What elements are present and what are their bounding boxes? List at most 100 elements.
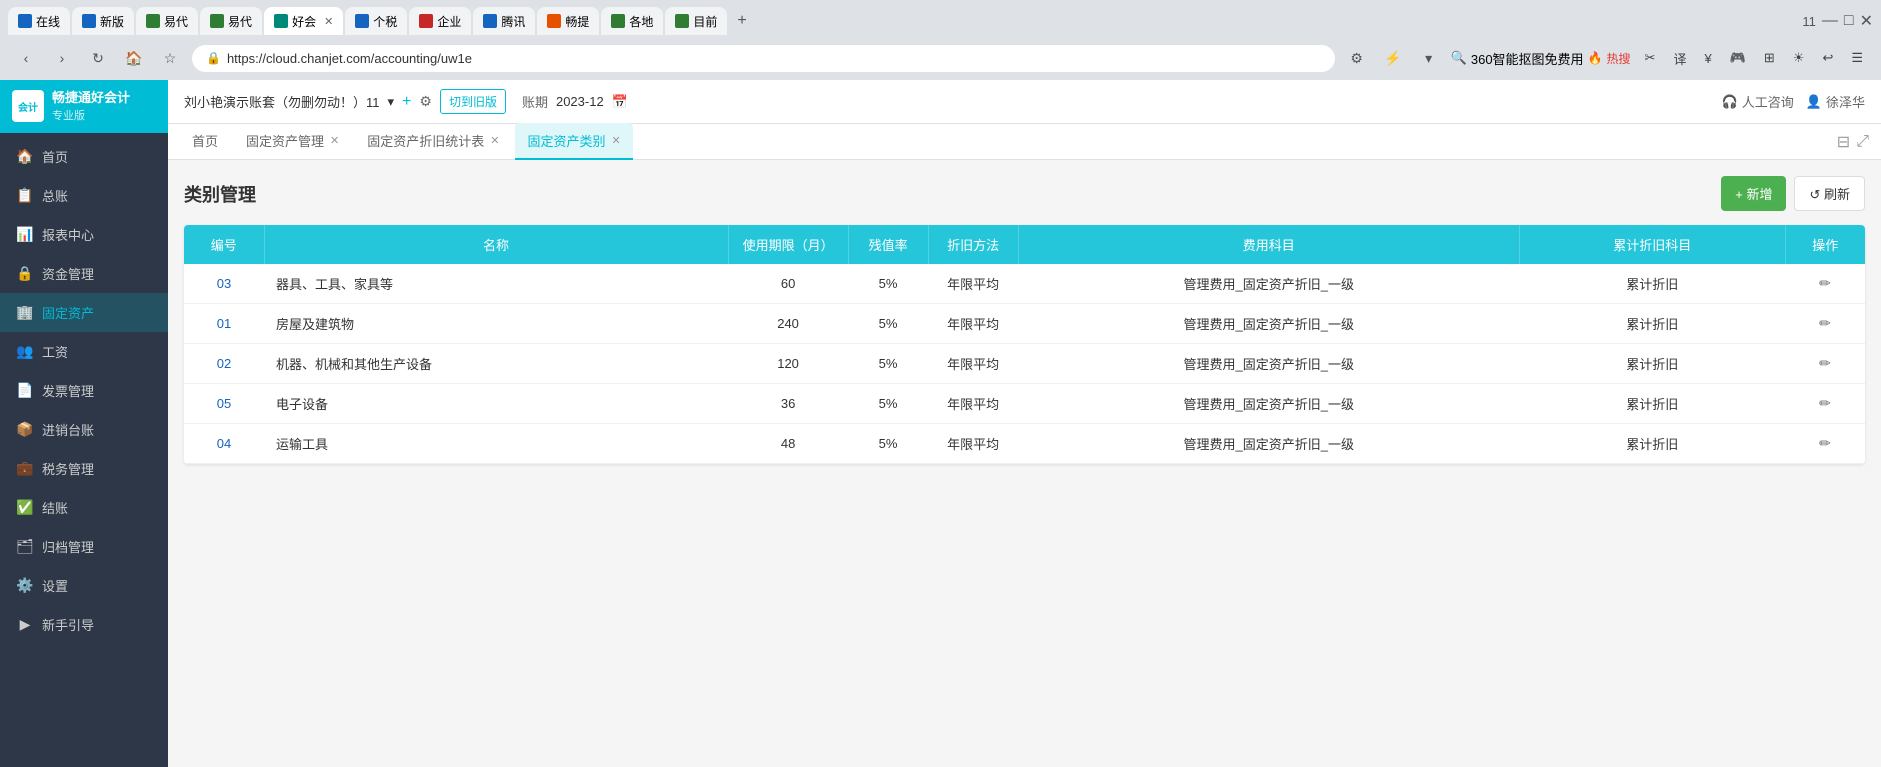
address-bar-input[interactable]: 🔒 https://cloud.chanjet.com/accounting/u… <box>192 45 1335 72</box>
cell-name: 房屋及建筑物 <box>264 304 728 344</box>
add-account-button[interactable]: + <box>402 93 411 111</box>
cell-period: 240 <box>728 304 848 344</box>
top-bar-right: 🎧 人工咨询 👤 徐泽华 <box>1722 92 1865 111</box>
browser-tab-enterprise[interactable]: 企业 <box>409 7 471 35</box>
window-expand-icon[interactable]: ⤢ <box>1856 133 1869 151</box>
browser-tab-online[interactable]: 在线 <box>8 7 70 35</box>
cell-method: 年限平均 <box>928 264 1018 304</box>
sidebar-item-sales-ledger[interactable]: 📦 进销台账 <box>0 410 168 449</box>
tab-close-icon[interactable]: ✕ <box>490 134 499 147</box>
sidebar-item-settings[interactable]: ⚙️ 设置 <box>0 566 168 605</box>
cell-name: 电子设备 <box>264 384 728 424</box>
tab-icon <box>82 14 96 28</box>
edit-icon[interactable]: ✏ <box>1819 435 1831 451</box>
browser-tab-tax[interactable]: 个税 <box>345 7 407 35</box>
url-text: https://cloud.chanjet.com/accounting/uw1… <box>227 51 472 66</box>
cell-action: ✏ <box>1785 304 1865 344</box>
tab-home[interactable]: 首页 <box>180 123 230 160</box>
cell-expense: 管理费用_固定资产折旧_一级 <box>1018 424 1519 464</box>
browser-tab-haohui[interactable]: 好会 ✕ <box>264 7 343 35</box>
new-tab-button[interactable]: + <box>729 8 754 34</box>
bookmark-button[interactable]: ☆ <box>156 44 184 72</box>
back-button[interactable]: ‹ <box>12 44 40 72</box>
sidebar-item-home[interactable]: 🏠 首页 <box>0 137 168 176</box>
undo-icon[interactable]: ↩ <box>1816 46 1839 70</box>
refresh-button[interactable]: ↺ 刷新 <box>1794 176 1865 211</box>
sidebar-item-fixed-assets[interactable]: 🏢 固定资产 <box>0 293 168 332</box>
cell-expense: 管理费用_固定资产折旧_一级 <box>1018 304 1519 344</box>
browser-tab-gedi[interactable]: 各地 <box>601 7 663 35</box>
add-button[interactable]: + 新增 <box>1721 176 1786 211</box>
edit-icon[interactable]: ✏ <box>1819 275 1831 291</box>
page-content: 类别管理 + 新增 ↺ 刷新 编号 名称 使用期限（月） 残值率 折旧方法 费用… <box>168 160 1881 767</box>
edit-icon[interactable]: ✏ <box>1819 355 1831 371</box>
sidebar-item-invoice[interactable]: 📄 发票管理 <box>0 371 168 410</box>
col-header-expense: 费用科目 <box>1018 225 1519 264</box>
archive-icon: 🗂 <box>16 537 34 555</box>
browser-tab-changte[interactable]: 畅提 <box>537 7 599 35</box>
browser-tab-new[interactable]: 新版 <box>72 7 134 35</box>
dropdown-icon[interactable]: ▾ <box>388 94 395 110</box>
cell-depreciation: 累计折旧 <box>1519 344 1785 384</box>
tab-icon <box>611 14 625 28</box>
sidebar: 会计 畅捷通好会计 专业版 🏠 首页 📋 总账 📊 报表中心 🔒 资金管理 <box>0 80 168 767</box>
sidebar-item-general-ledger[interactable]: 📋 总账 <box>0 176 168 215</box>
switch-old-button[interactable]: 切到旧版 <box>440 89 506 114</box>
sidebar-item-fund-management[interactable]: 🔒 资金管理 <box>0 254 168 293</box>
tab-asset-category[interactable]: 固定资产类别 ✕ <box>515 123 632 160</box>
window-close-button[interactable]: ✕ <box>1860 11 1873 31</box>
col-header-name: 名称 <box>264 225 728 264</box>
minimize-button[interactable]: — <box>1822 12 1838 30</box>
cell-method: 年限平均 <box>928 344 1018 384</box>
translate-icon[interactable]: 译 <box>1667 45 1692 72</box>
dropdown-button[interactable]: ▾ <box>1415 44 1443 72</box>
reload-button[interactable]: ↻ <box>84 44 112 72</box>
extensions-button[interactable]: ⚙ <box>1343 44 1371 72</box>
home-icon: 🏠 <box>16 147 34 165</box>
browser-tab-yidai1[interactable]: 易代 <box>136 7 198 35</box>
tab-depreciation-table[interactable]: 固定资产折旧统计表 ✕ <box>355 123 511 160</box>
edit-icon[interactable]: ✏ <box>1819 315 1831 331</box>
fixed-assets-icon: 🏢 <box>16 303 34 321</box>
settings-icon[interactable]: ⚙ <box>419 93 432 110</box>
table-row: 03 器具、工具、家具等 60 5% 年限平均 管理费用_固定资产折旧_一级 累… <box>184 264 1865 304</box>
cell-rate: 5% <box>848 384 928 424</box>
menu-icon[interactable]: ☰ <box>1845 46 1869 70</box>
window-restore-icon[interactable]: ⊟ <box>1837 132 1850 152</box>
user-button[interactable]: 👤 徐泽华 <box>1806 92 1865 111</box>
tab-close-icon[interactable]: ✕ <box>612 134 621 147</box>
cell-id: 03 <box>184 264 264 304</box>
brightness-icon[interactable]: ☀ <box>1787 46 1811 70</box>
tab-close-icon[interactable]: ✕ <box>330 134 339 147</box>
browser-tab-tencent[interactable]: 腾讯 <box>473 7 535 35</box>
sidebar-item-label: 新手引导 <box>42 615 94 634</box>
sidebar-item-settlement[interactable]: ✅ 结账 <box>0 488 168 527</box>
ledger-icon: 📋 <box>16 186 34 204</box>
tab-label: 新版 <box>100 13 124 30</box>
tutorial-icon: ▶ <box>16 615 34 633</box>
home-button[interactable]: 🏠 <box>120 44 148 72</box>
coin-icon[interactable]: ¥ <box>1698 47 1717 70</box>
sidebar-item-label: 设置 <box>42 576 68 595</box>
sidebar-item-tax[interactable]: 💼 税务管理 <box>0 449 168 488</box>
fund-icon: 🔒 <box>16 264 34 282</box>
sidebar-item-tutorial[interactable]: ▶ 新手引导 <box>0 605 168 644</box>
scissors-icon[interactable]: ✂ <box>1639 46 1662 70</box>
maximize-button[interactable]: □ <box>1844 12 1854 30</box>
support-button[interactable]: 🎧 人工咨询 <box>1722 92 1794 111</box>
browser-tab-muqian[interactable]: 目前 <box>665 7 727 35</box>
tab-fixed-asset-mgmt[interactable]: 固定资产管理 ✕ <box>234 123 351 160</box>
game-icon[interactable]: 🎮 <box>1724 46 1752 70</box>
forward-button[interactable]: › <box>48 44 76 72</box>
sidebar-item-archive[interactable]: 🗂 归档管理 <box>0 527 168 566</box>
edit-icon[interactable]: ✏ <box>1819 395 1831 411</box>
grid-icon[interactable]: ⊞ <box>1758 46 1781 70</box>
sidebar-item-payroll[interactable]: 👥 工资 <box>0 332 168 371</box>
lightning-button[interactable]: ⚡ <box>1379 44 1407 72</box>
tab-close-icon[interactable]: ✕ <box>324 15 333 28</box>
tab-label: 目前 <box>693 13 717 30</box>
calendar-icon[interactable]: 📅 <box>612 94 628 110</box>
sidebar-item-reports[interactable]: 📊 报表中心 <box>0 215 168 254</box>
browser-tab-yidai2[interactable]: 易代 <box>200 7 262 35</box>
logo-icon: 会计 <box>12 90 44 122</box>
